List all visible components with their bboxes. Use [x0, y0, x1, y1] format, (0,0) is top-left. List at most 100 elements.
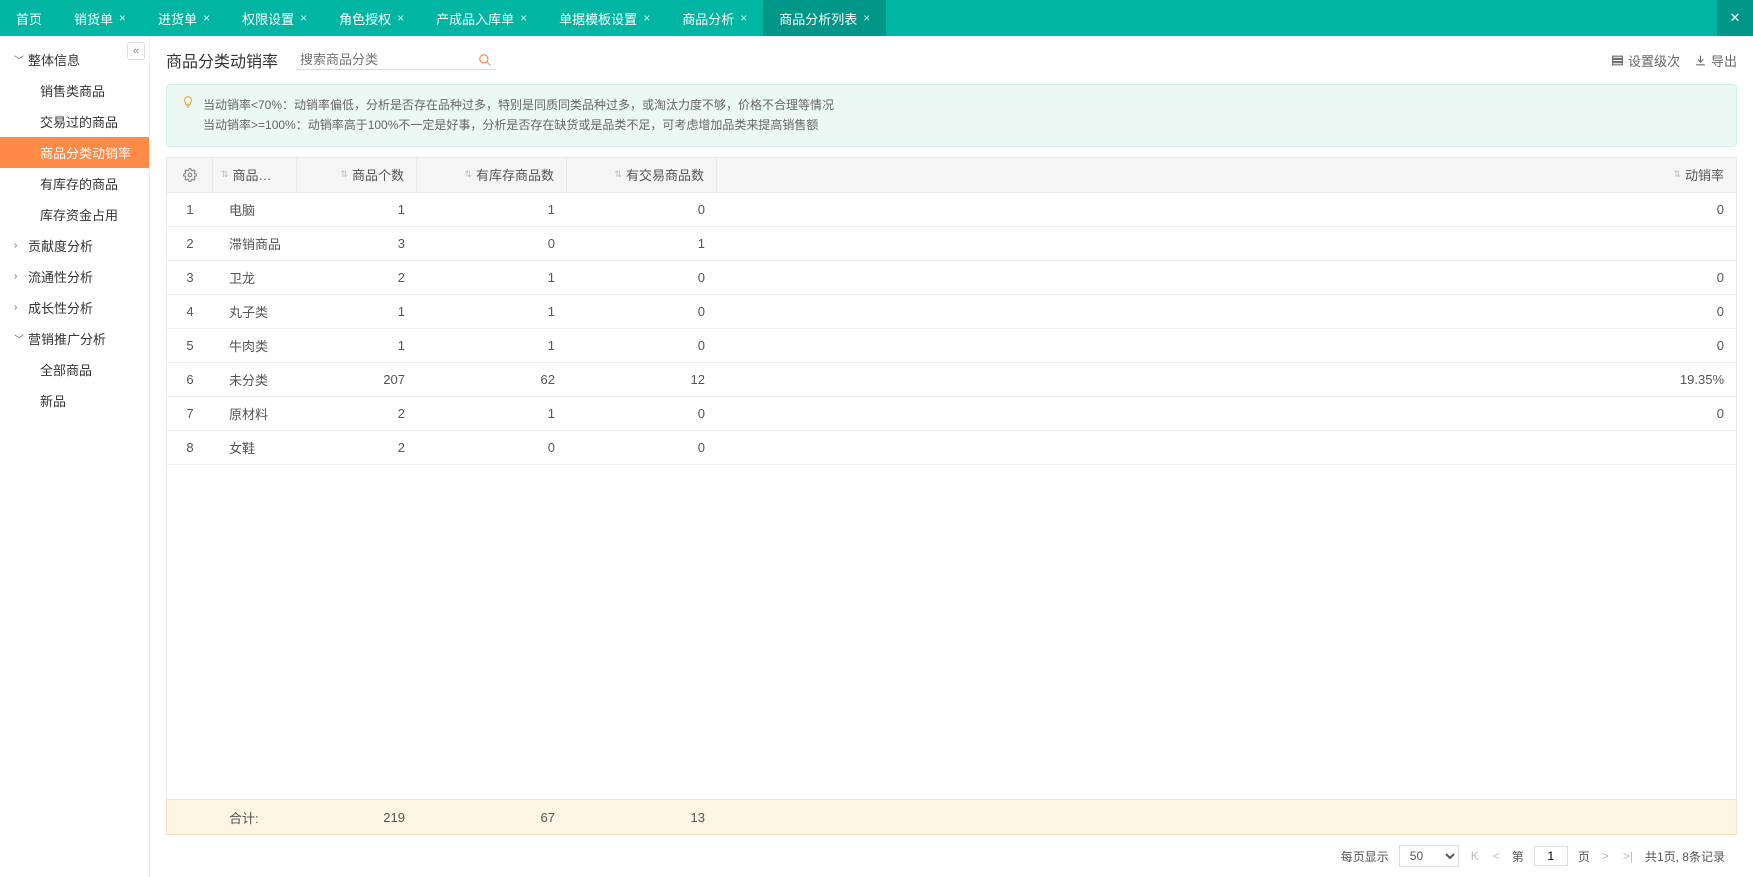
cell-idx: 3 — [167, 270, 213, 285]
chevron-down-icon: ﹀ — [14, 331, 24, 346]
pager-prev-button[interactable]: < — [1491, 849, 1502, 863]
close-icon[interactable]: × — [520, 11, 527, 25]
list-icon — [1611, 54, 1624, 67]
sidebar-group-label: 整体信息 — [28, 50, 80, 69]
cell-name: 电脑 — [213, 200, 297, 219]
sidebar-group-label: 营销推广分析 — [28, 329, 106, 348]
search-icon[interactable] — [478, 53, 492, 67]
table-row[interactable]: 8女鞋200 — [167, 431, 1736, 465]
close-all-tabs-button[interactable]: ✕ — [1717, 0, 1753, 36]
tab-5[interactable]: 产成品入库单 × — [420, 0, 543, 36]
gear-icon — [183, 168, 197, 182]
total-trade: 13 — [567, 810, 717, 825]
pager-page-input[interactable] — [1534, 846, 1568, 866]
export-button[interactable]: 导出 — [1694, 51, 1737, 70]
col-header-name[interactable]: ⇅商品… — [213, 158, 297, 192]
close-icon[interactable]: × — [119, 11, 126, 25]
cell-idx: 1 — [167, 202, 213, 217]
tip-box: 当动销率<70%：动销率偏低，分析是否存在品种过多，特别是同质同类品种过多，或淘… — [166, 84, 1737, 147]
cell-stock: 0 — [417, 440, 567, 455]
search-box[interactable] — [296, 50, 496, 70]
sidebar-group-2[interactable]: ›流通性分析 — [0, 261, 149, 292]
sort-icon: ⇅ — [340, 169, 348, 180]
table-row[interactable]: 4丸子类1100 — [167, 295, 1736, 329]
table-row[interactable]: 7原材料2100 — [167, 397, 1736, 431]
cell-name: 原材料 — [213, 404, 297, 423]
export-label: 导出 — [1711, 51, 1737, 70]
cell-count: 1 — [297, 338, 417, 353]
table-row[interactable]: 3卫龙2100 — [167, 261, 1736, 295]
table-row[interactable]: 5牛肉类1100 — [167, 329, 1736, 363]
col-header-count[interactable]: ⇅商品个数 — [297, 158, 417, 192]
cell-count: 2 — [297, 440, 417, 455]
sort-icon: ⇅ — [1673, 169, 1681, 180]
tab-7[interactable]: 商品分析 × — [666, 0, 763, 36]
close-icon: ✕ — [1730, 10, 1741, 26]
cell-count: 2 — [297, 270, 417, 285]
sidebar-item-4-0[interactable]: 全部商品 — [0, 354, 149, 385]
table-row[interactable]: 1电脑1100 — [167, 193, 1736, 227]
tab-6[interactable]: 单据模板设置× — [543, 0, 666, 36]
tab-1[interactable]: 销货单 × — [58, 0, 142, 36]
tab-label: 销货单 — [74, 9, 113, 28]
tip-line-2: 当动销率>=100%：动销率高于100%不一定是好事，分析是否存在缺货或是品类不… — [203, 115, 834, 135]
close-icon[interactable]: × — [740, 11, 747, 25]
tab-2[interactable]: 进货单× — [142, 0, 226, 36]
cell-trade: 0 — [567, 202, 717, 217]
sidebar-item-0-1[interactable]: 交易过的商品 — [0, 106, 149, 137]
tab-8[interactable]: 商品分析列表× — [763, 0, 886, 36]
search-input[interactable] — [300, 52, 478, 67]
chevron-right-icon: › — [14, 302, 24, 313]
pager-last-button[interactable]: >| — [1621, 849, 1635, 863]
sidebar-group-3[interactable]: › 成长性分析 — [0, 292, 149, 323]
table-row[interactable]: 2滞销商品301 — [167, 227, 1736, 261]
cell-count: 2 — [297, 406, 417, 421]
close-icon[interactable]: × — [863, 11, 870, 25]
sidebar-item-0-3[interactable]: 有库存的商品 — [0, 168, 149, 199]
cell-rate: 0 — [717, 202, 1736, 217]
cell-rate: 0 — [717, 270, 1736, 285]
cell-idx: 8 — [167, 440, 213, 455]
col-header-rate[interactable]: ⇅动销率 — [717, 158, 1736, 192]
set-level-button[interactable]: 设置级次 — [1611, 51, 1680, 70]
pager-first-button[interactable]: K — [1469, 849, 1481, 863]
sidebar-group-1[interactable]: ›贡献度分析 — [0, 230, 149, 261]
close-icon[interactable]: × — [300, 11, 307, 25]
sidebar-item-0-2[interactable]: 商品分类动销率 — [0, 137, 149, 168]
close-icon[interactable]: × — [643, 11, 650, 25]
bulb-icon — [181, 95, 195, 136]
sidebar-group-label: 贡献度分析 — [28, 236, 93, 255]
col-header-trade[interactable]: ⇅有交易商品数 — [567, 158, 717, 192]
cell-count: 1 — [297, 304, 417, 319]
sidebar-item-4-1[interactable]: 新品 — [0, 385, 149, 416]
sidebar-group-4[interactable]: ﹀ 营销推广分析 — [0, 323, 149, 354]
sidebar-item-0-0[interactable]: 销售类商品 — [0, 75, 149, 106]
chevron-left-icon: « — [133, 45, 139, 57]
cell-stock: 1 — [417, 406, 567, 421]
tab-label: 商品分析 — [682, 9, 734, 28]
sidebar-item-0-4[interactable]: 库存资金占用 — [0, 199, 149, 230]
cell-name: 未分类 — [213, 370, 297, 389]
cell-idx: 2 — [167, 236, 213, 251]
cell-stock: 1 — [417, 338, 567, 353]
col-header-stock[interactable]: ⇅有库存商品数 — [417, 158, 567, 192]
table-settings-header[interactable] — [167, 158, 213, 192]
total-label: 合计: — [213, 808, 297, 827]
sidebar-collapse-button[interactable]: « — [127, 42, 145, 60]
table-row[interactable]: 6未分类207621219.35% — [167, 363, 1736, 397]
per-page-label: 每页显示 — [1341, 848, 1389, 865]
pager: 每页显示 50 K < 第 页 > >| 共1页, 8条记录 — [166, 835, 1737, 877]
sidebar-group-label: 成长性分析 — [28, 298, 93, 317]
sort-icon: ⇅ — [614, 169, 622, 180]
close-icon[interactable]: × — [397, 11, 404, 25]
close-icon[interactable]: × — [203, 11, 210, 25]
tab-0[interactable]: 首页 — [0, 0, 58, 36]
pager-page-prefix: 第 — [1512, 848, 1524, 865]
pager-next-button[interactable]: > — [1600, 849, 1611, 863]
tab-4[interactable]: 角色授权× — [323, 0, 420, 36]
cell-idx: 6 — [167, 372, 213, 387]
tab-3[interactable]: 权限设置× — [226, 0, 323, 36]
cell-trade: 12 — [567, 372, 717, 387]
tab-label: 产成品入库单 — [436, 9, 514, 28]
per-page-select[interactable]: 50 — [1399, 845, 1459, 867]
